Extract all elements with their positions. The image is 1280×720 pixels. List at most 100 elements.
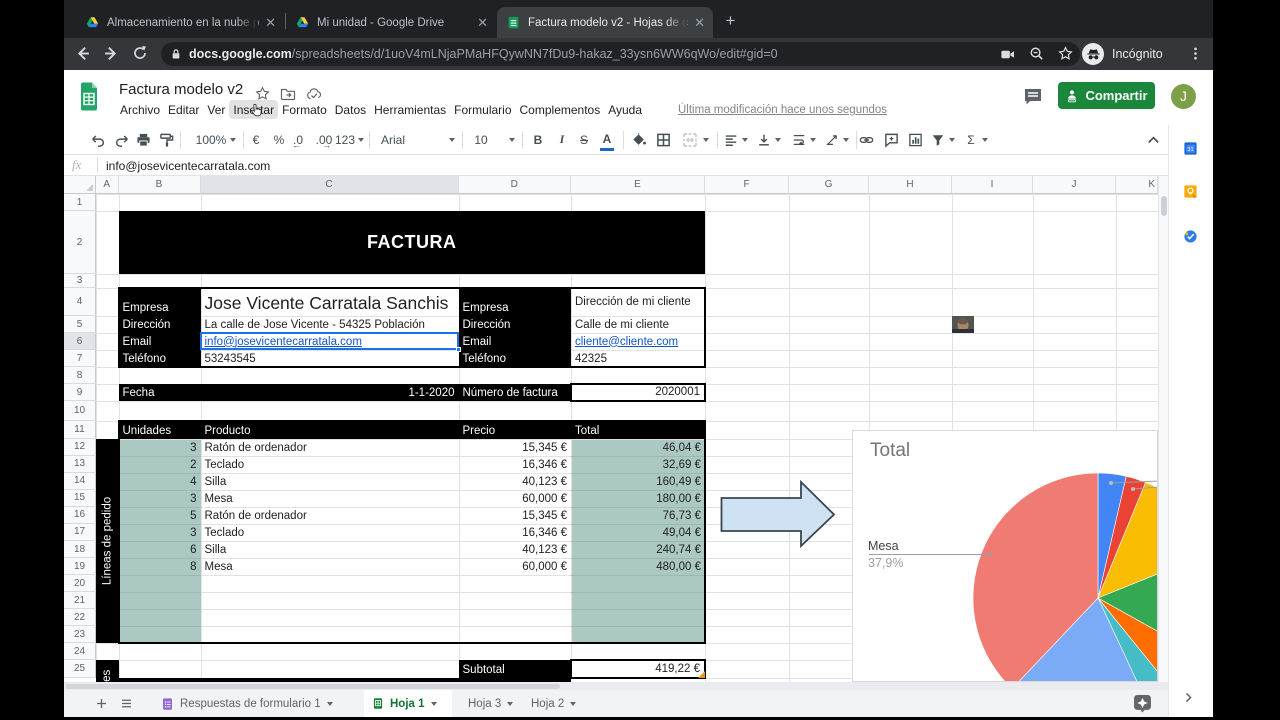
- menu-herramientas[interactable]: Herramientas: [370, 100, 450, 119]
- sheet-tab-menu-icon[interactable]: [430, 701, 437, 706]
- row-header-4[interactable]: 4: [64, 288, 96, 316]
- row-header-1[interactable]: 1: [64, 194, 96, 211]
- functions-button[interactable]: Σ: [964, 125, 978, 154]
- row-header-11[interactable]: 11: [64, 421, 96, 439]
- dropdown-caret-icon[interactable]: [742, 138, 748, 142]
- browser-tab[interactable]: Mi unidad - Google Drive ✕: [286, 7, 496, 38]
- sheet-tab-respuestas-de-formulario-1[interactable]: Respuestas de formulario 1: [155, 690, 357, 717]
- side-panel-collapse-icon[interactable]: [1182, 691, 1195, 704]
- row-header-13[interactable]: 13: [64, 455, 96, 473]
- redo-icon[interactable]: [114, 132, 130, 148]
- formula-bar-value[interactable]: info@josevicentecarratala.com: [106, 159, 270, 173]
- vertical-align-icon[interactable]: [757, 132, 771, 148]
- menu-archivo[interactable]: Archivo: [116, 100, 164, 119]
- borders-icon[interactable]: [656, 132, 671, 148]
- browser-menu-icon[interactable]: [1188, 46, 1203, 61]
- row-header-7[interactable]: 7: [64, 350, 96, 367]
- column-header-I[interactable]: I: [952, 176, 1033, 194]
- dropdown-caret-icon[interactable]: [843, 138, 849, 142]
- horizontal-scrollbar-thumb[interactable]: [66, 683, 560, 689]
- all-sheets-icon[interactable]: [120, 697, 133, 710]
- row-header-2[interactable]: 2: [64, 211, 96, 274]
- dropdown-caret-icon[interactable]: [982, 138, 988, 142]
- sheet-tab-menu-icon[interactable]: [507, 701, 514, 706]
- format-currency-button[interactable]: €: [250, 125, 262, 154]
- row-header-10[interactable]: 10: [64, 401, 96, 421]
- undo-icon[interactable]: [90, 132, 106, 148]
- insert-comment-icon[interactable]: [884, 132, 899, 148]
- dropdown-caret-icon[interactable]: [949, 138, 955, 142]
- column-header-F[interactable]: F: [705, 176, 789, 194]
- keep-icon[interactable]: [1183, 184, 1198, 199]
- more-formats-button[interactable]: 123: [334, 125, 356, 154]
- comment-history-icon[interactable]: [1023, 87, 1043, 107]
- dropdown-caret-icon[interactable]: [449, 138, 455, 142]
- row-header-15[interactable]: 15: [64, 489, 96, 507]
- insert-link-icon[interactable]: [859, 132, 874, 148]
- column-header-H[interactable]: H: [869, 176, 952, 194]
- camera-icon[interactable]: [1000, 47, 1015, 62]
- column-header-G[interactable]: G: [789, 176, 869, 194]
- new-tab-button[interactable]: +: [722, 12, 739, 30]
- dropdown-caret-icon[interactable]: [703, 138, 709, 142]
- cell-company-email-link[interactable]: info@josevicentecarratala.com: [201, 333, 459, 350]
- text-rotation-icon[interactable]: [825, 132, 839, 148]
- share-button[interactable]: Compartir: [1058, 82, 1155, 109]
- avatar[interactable]: J: [1171, 84, 1196, 109]
- vertical-scrollbar[interactable]: [1158, 176, 1168, 682]
- text-wrap-icon[interactable]: [792, 132, 806, 148]
- zoom-out-icon[interactable]: [1029, 46, 1044, 61]
- star-document-icon[interactable]: [255, 86, 270, 101]
- column-header-K[interactable]: K: [1116, 176, 1158, 194]
- row-header-14[interactable]: 14: [64, 472, 96, 490]
- sheet-tab-hoja-3[interactable]: Hoja 3: [462, 690, 532, 717]
- horizontal-align-icon[interactable]: [724, 132, 738, 148]
- arrow-drawing[interactable]: [720, 479, 838, 549]
- forward-icon[interactable]: [103, 45, 120, 62]
- sheet-tab-menu-icon[interactable]: [326, 701, 333, 706]
- add-sheet-icon[interactable]: [95, 697, 108, 710]
- font-select[interactable]: Arial: [381, 125, 413, 154]
- row-header-16[interactable]: 16: [64, 506, 96, 524]
- row-header-17[interactable]: 17: [64, 523, 96, 541]
- row-header-25[interactable]: 25: [64, 660, 96, 678]
- menu-insertar[interactable]: Insertar: [229, 100, 279, 119]
- browser-tab[interactable]: Almacenamiento en la nube pa ✕: [76, 7, 284, 38]
- row-header-19[interactable]: 19: [64, 558, 96, 575]
- column-header-B[interactable]: B: [118, 176, 201, 194]
- filter-icon[interactable]: [931, 132, 945, 148]
- menu-formulario[interactable]: Formulario: [450, 100, 515, 119]
- menu-editar[interactable]: Editar: [164, 100, 203, 119]
- dropdown-caret-icon[interactable]: [358, 138, 364, 142]
- column-header-D[interactable]: D: [458, 176, 571, 194]
- row-header-24[interactable]: 24: [64, 643, 96, 660]
- dropdown-caret-icon[interactable]: [230, 138, 236, 142]
- document-title[interactable]: Factura modelo v2: [119, 81, 243, 98]
- row-header-23[interactable]: 23: [64, 626, 96, 643]
- column-header-C[interactable]: C: [200, 176, 459, 194]
- dropdown-caret-icon[interactable]: [810, 138, 816, 142]
- explore-icon[interactable]: [1133, 694, 1152, 713]
- insert-chart-icon[interactable]: [908, 132, 923, 148]
- font-size-select[interactable]: 10: [472, 125, 490, 154]
- chart-container[interactable]: Total Mesa 37,9%: [852, 430, 1168, 682]
- row-header-22[interactable]: 22: [64, 609, 96, 626]
- toolbar-collapse-icon[interactable]: [1146, 132, 1161, 148]
- row-header-5[interactable]: 5: [64, 316, 96, 333]
- menu-ayuda[interactable]: Ayuda: [604, 100, 646, 119]
- italic-button[interactable]: I: [556, 125, 568, 154]
- select-all-corner[interactable]: [64, 176, 96, 194]
- row-header-8[interactable]: 8: [64, 367, 96, 384]
- column-header-E[interactable]: E: [571, 176, 705, 194]
- calendar-icon[interactable]: [1183, 141, 1198, 156]
- sheet-tab-menu-icon[interactable]: [570, 701, 577, 706]
- reload-icon[interactable]: [132, 45, 148, 61]
- column-header-A[interactable]: A: [96, 176, 119, 194]
- row-header-3[interactable]: 3: [64, 274, 96, 288]
- row-header-21[interactable]: 21: [64, 592, 96, 609]
- tab-close-icon[interactable]: ✕: [265, 16, 276, 29]
- dropdown-caret-icon[interactable]: [509, 138, 515, 142]
- row-header-6[interactable]: 6: [64, 333, 96, 350]
- menu-datos[interactable]: Datos: [331, 100, 370, 119]
- row-header-12[interactable]: 12: [64, 438, 96, 456]
